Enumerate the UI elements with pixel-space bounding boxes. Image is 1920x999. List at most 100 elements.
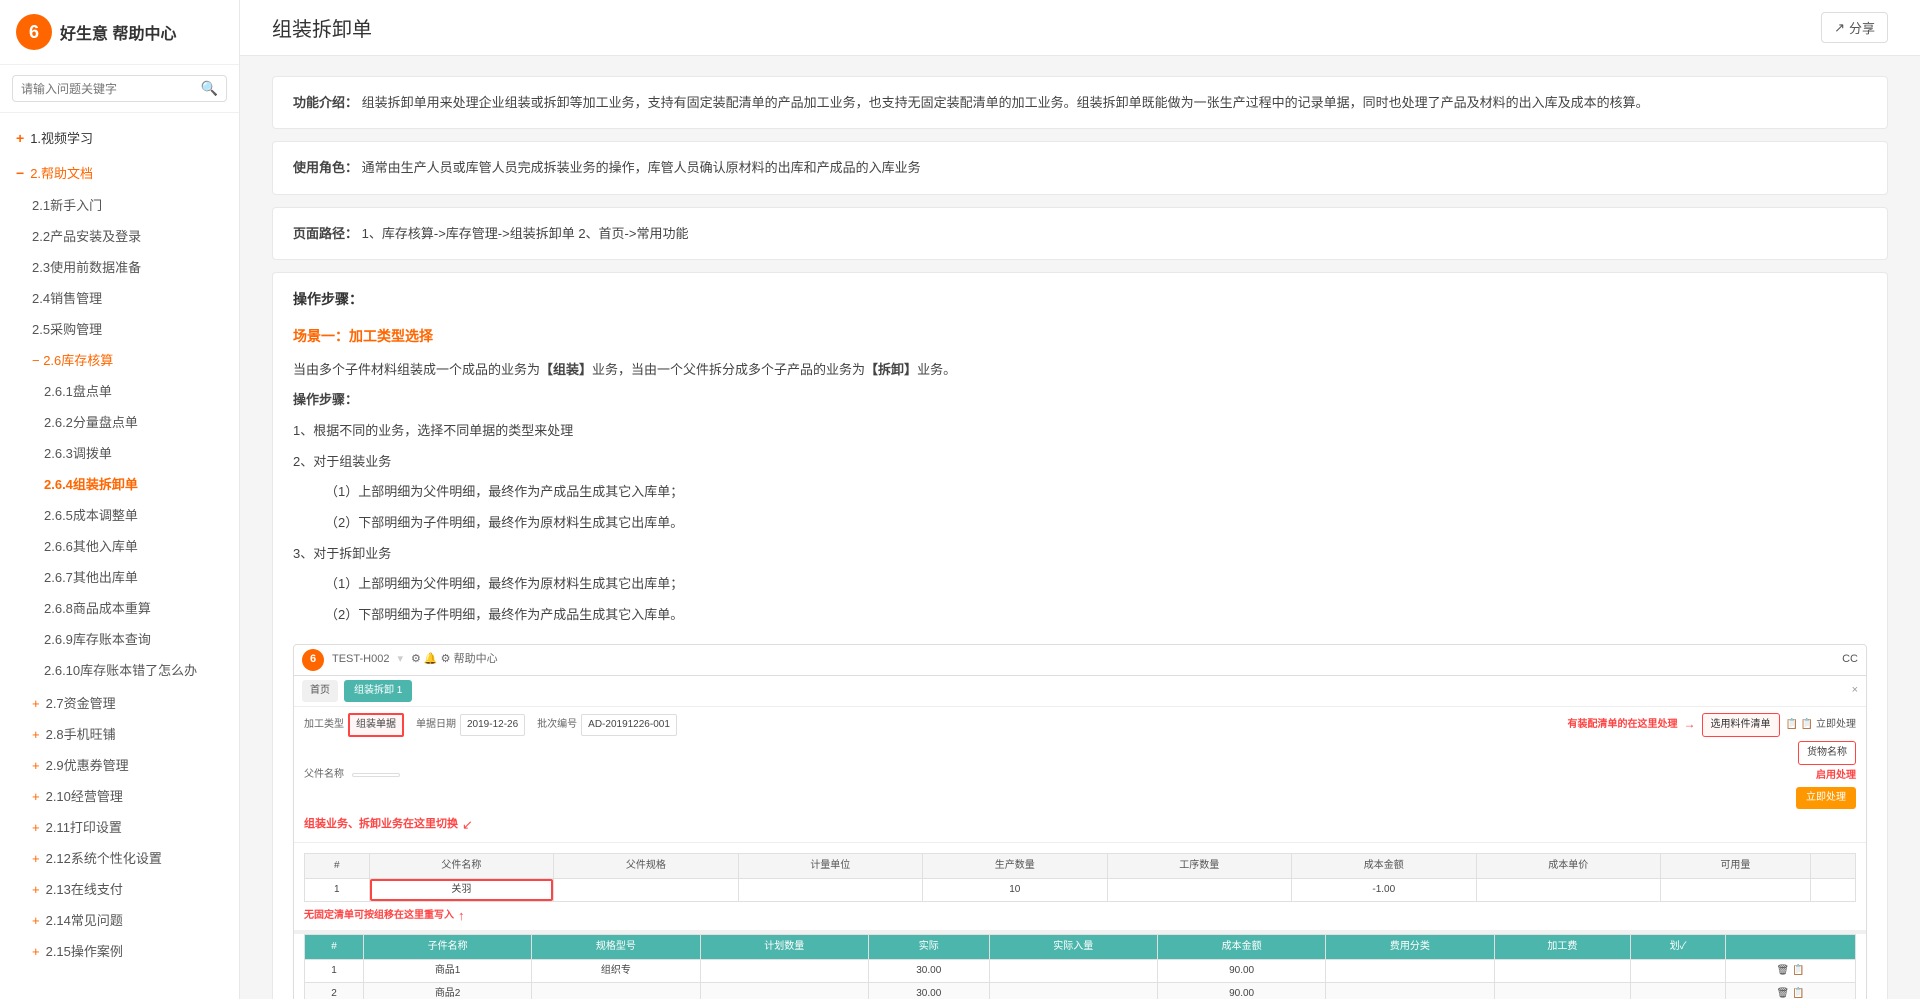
ss-sub-td-plan2 — [700, 982, 868, 999]
sidebar-item-s3[interactable]: 2.6.3调拨单 — [0, 437, 239, 468]
ss-icons-right: 📋 📋 立即处理 — [1786, 716, 1856, 734]
ss-sub-td-fee2 — [1494, 982, 1631, 999]
steps-main-title: 操作步骤： — [293, 287, 1867, 312]
sidebar-item-s2[interactable]: 2.6.2分量盘点单 — [0, 406, 239, 437]
path-text: 1、库存核算->库存管理->组装拆卸单 2、首页->常用功能 — [362, 226, 689, 241]
logo-char: 6 — [29, 22, 39, 43]
ss-sub-td-in2 — [989, 982, 1157, 999]
sidebar-item-ops[interactable]: +2.10经营管理 — [0, 780, 239, 811]
ss-batch-group: 批次编号 AD-20191226-001 — [537, 714, 677, 736]
sidebar-item-s7[interactable]: 2.6.7其他出库单 — [0, 561, 239, 592]
steps-intro: 操作步骤： — [293, 388, 1867, 413]
ss-status-icons: ⚙ 🔔 ⚙ 帮助中心 — [411, 650, 498, 670]
ss-upper-table: # 父件名称 父件规格 计量单位 生产数量 工序数量 成本金额 成本单价 可用量 — [304, 853, 1856, 902]
ss-batch-label: 批次编号 — [537, 716, 577, 734]
ss-annotation4-text: 无固定清单可按组移在这里重写入 — [304, 907, 454, 925]
page-title: 组装拆卸单 — [272, 13, 372, 42]
role-text: 通常由生产人员或库管人员完成拆装业务的操作，库管人员确认原材料的出库和产成品的入… — [362, 160, 921, 175]
sidebar-item-docs[interactable]: − 2.帮助文档 — [0, 156, 239, 189]
ss-sub-th-plan: 计划数量 — [700, 934, 868, 959]
ss-divider: ▾ — [397, 650, 403, 670]
sidebar-item-s9[interactable]: 2.6.9库存账本查询 — [0, 623, 239, 654]
search-icon[interactable]: 🔍 — [201, 80, 218, 97]
nav-section-docs: − 2.帮助文档 2.1新手入门 2.2产品安装及登录 2.3使用前数据准备 2… — [0, 156, 239, 685]
ss-th-avail: 可用量 — [1661, 854, 1811, 879]
ss-type-group: 加工类型 组装单据 — [304, 713, 404, 737]
topbar: 组装拆卸单 ↗ 分享 — [240, 0, 1920, 56]
sidebar-item-finance[interactable]: +2.7资金管理 — [0, 687, 239, 718]
ss-th-ops — [1810, 854, 1855, 879]
sidebar-item-label: 2.帮助文档 — [30, 163, 93, 182]
sidebar-item-stock[interactable]: − 2.6库存核算 — [0, 344, 239, 375]
ss-th-prod-qty: 生产数量 — [923, 854, 1107, 879]
search-box: 🔍 — [12, 75, 227, 102]
role-block: 使用角色： 通常由生产人员或库管人员完成拆装业务的操作，库管人员确认原材料的出库… — [272, 141, 1888, 194]
scene1-title: 场景一：加工类型选择 — [293, 324, 1867, 349]
screenshot-inner: 6 TEST-H002 ▾ ⚙ 🔔 ⚙ 帮助中心 CC 首页 组装拆卸 1 × — [294, 645, 1866, 999]
ss-sub-td-actual2: 30.00 — [868, 982, 989, 999]
main-content: 组装拆卸单 ↗ 分享 功能介绍： 组装拆卸单用来处理企业组装或拆卸等加工业务，支… — [240, 0, 1920, 999]
search-input[interactable] — [21, 82, 201, 96]
ss-sub-td-cost1: 90.00 — [1157, 959, 1325, 982]
ss-logo-icon: 6 — [302, 649, 324, 671]
sidebar-item-pay[interactable]: +2.13在线支付 — [0, 873, 239, 904]
sidebar-item-system[interactable]: +2.12系统个性化设置 — [0, 842, 239, 873]
sidebar-item-faq[interactable]: +2.14常见问题 — [0, 904, 239, 935]
ss-sub-td-spec1: 组织专 — [532, 959, 700, 982]
ss-sub-td-chk1 — [1631, 959, 1726, 982]
step2: 2、对于组装业务 — [293, 450, 1867, 475]
ss-sub-td-op1: 🗑 📋 — [1725, 959, 1855, 982]
sidebar-item-install[interactable]: 2.2产品安装及登录 — [0, 220, 239, 251]
sidebar-item-video[interactable]: + 1.视频学习 — [0, 121, 239, 154]
sidebar-item-s6[interactable]: 2.6.6其他入库单 — [0, 530, 239, 561]
sidebar-item-coupon[interactable]: +2.9优惠券管理 — [0, 749, 239, 780]
ss-sub-th-actual: 实际 — [868, 934, 989, 959]
ss-sub-td-chk2 — [1631, 982, 1726, 999]
ss-td-costamt: -1.00 — [1292, 879, 1476, 902]
content-area: 功能介绍： 组装拆卸单用来处理企业组装或拆卸等加工业务，支持有固定装配清单的产品… — [240, 56, 1920, 999]
step1: 1、根据不同的业务，选择不同单据的类型来处理 — [293, 419, 1867, 444]
sidebar-item-prepare[interactable]: 2.3使用前数据准备 — [0, 251, 239, 282]
sidebar-item-sales[interactable]: 2.4销售管理 — [0, 282, 239, 313]
ss-tabs: 首页 组装拆卸 1 × — [294, 676, 1866, 707]
ss-td-act — [1810, 879, 1855, 902]
sidebar-item-s4[interactable]: 2.6.4组装拆卸单 — [0, 468, 239, 499]
sidebar-item-cases[interactable]: +2.15操作案例 — [0, 935, 239, 966]
ss-sub-th-actual-in: 实际入量 — [989, 934, 1157, 959]
ss-th-num: # — [305, 854, 370, 879]
share-button[interactable]: ↗ 分享 — [1821, 12, 1888, 43]
ss-sub-th-num: # — [305, 934, 364, 959]
ss-sub-th-ops — [1725, 934, 1855, 959]
sidebar: 6 好生意 帮助中心 🔍 + 1.视频学习 − 2.帮助文档 2.1新手入门 2… — [0, 0, 240, 999]
ss-sub-td-1: 1 — [305, 959, 364, 982]
sidebar-item-purchase[interactable]: 2.5采购管理 — [0, 313, 239, 344]
sidebar-item-s10[interactable]: 2.6.10库存账本错了怎么办 — [0, 654, 239, 685]
sidebar-item-s5[interactable]: 2.6.5成本调整单 — [0, 499, 239, 530]
scene1-desc: 当由多个子件材料组装成一个成品的业务为【组装】业务，当由一个父件拆分成多个子产品… — [293, 358, 1867, 383]
sidebar-item-print[interactable]: +2.11打印设置 — [0, 811, 239, 842]
logo-text: 好生意 帮助中心 — [60, 20, 176, 44]
ss-td-prodqty: 10 — [923, 879, 1107, 902]
ss-td-spec — [554, 879, 738, 902]
ss-annotation1-text: 有装配清单的在这里处理 — [1568, 716, 1678, 734]
ss-goodsname-label: 父件名称 — [304, 766, 344, 784]
sidebar-item-mobile[interactable]: +2.8手机旺铺 — [0, 718, 239, 749]
sidebar-item-newbie[interactable]: 2.1新手入门 — [0, 189, 239, 220]
expand-icon: + — [16, 130, 24, 146]
step2-sub1: （1）上部明细为父件明细，最终作为产成品生成其它入库单； — [325, 480, 1867, 505]
ss-sub-th-check: 划✓ — [1631, 934, 1726, 959]
ss-sub-td-plan1 — [700, 959, 868, 982]
intro-label: 功能介绍： — [293, 95, 358, 110]
path-block: 页面路径： 1、库存核算->库存管理->组装拆卸单 2、首页->常用功能 — [272, 207, 1888, 260]
ss-sub-td-actual1: 30.00 — [868, 959, 989, 982]
ss-upper-table-area: # 父件名称 父件规格 计量单位 生产数量 工序数量 成本金额 成本单价 可用量 — [294, 843, 1866, 902]
sidebar-item-s1[interactable]: 2.6.1盘点单 — [0, 375, 239, 406]
screenshot-container: 6 TEST-H002 ▾ ⚙ 🔔 ⚙ 帮助中心 CC 首页 组装拆卸 1 × — [293, 644, 1867, 999]
ss-sub-th-name: 子件名称 — [363, 934, 531, 959]
ss-date-label: 单据日期 — [416, 716, 456, 734]
table-row: 1 商品1 组织专 30.00 90.00 — [305, 959, 1856, 982]
sidebar-item-s8[interactable]: 2.6.8商品成本重算 — [0, 592, 239, 623]
ss-th-parent-name: 父件名称 — [369, 854, 553, 879]
ss-sub-th-spec: 规格型号 — [532, 934, 700, 959]
ss-date-group: 单据日期 2019-12-26 — [416, 714, 525, 736]
